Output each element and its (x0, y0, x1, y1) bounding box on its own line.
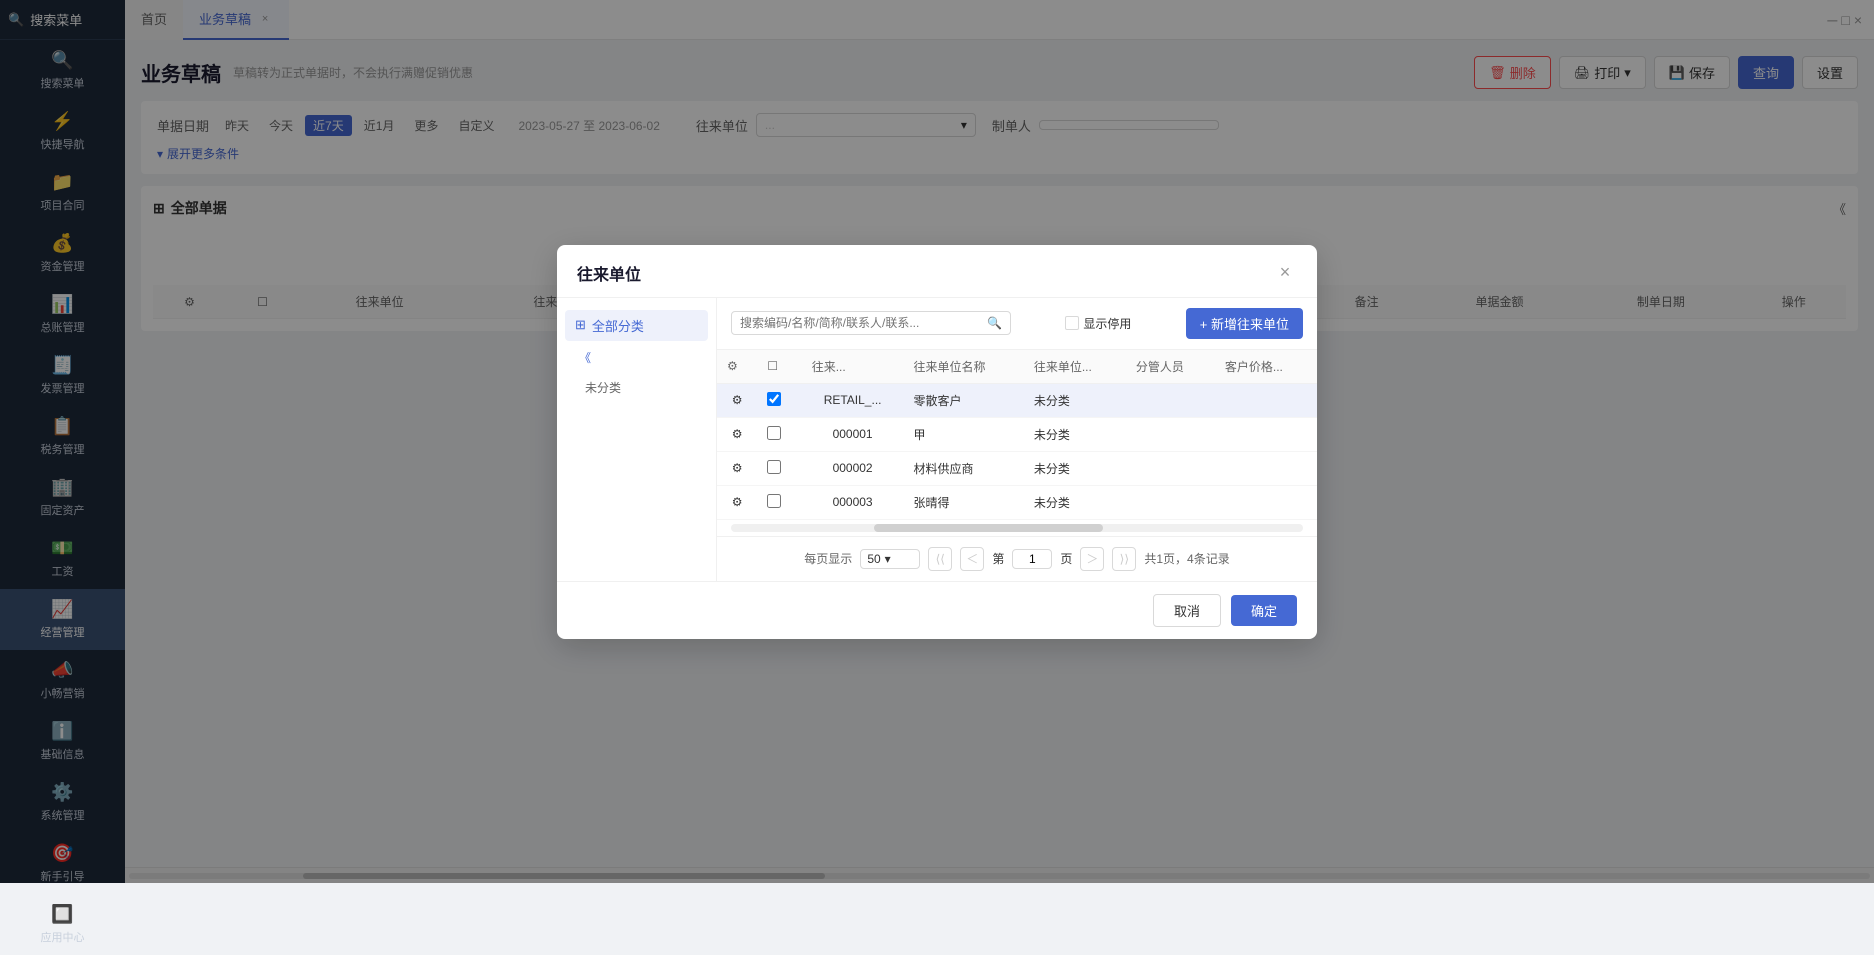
page-content: 业务草稿 草稿转为正式单据时，不会执行满赠促销优惠 🗑 删除 🖨 打印 ▾ 💾 (125, 40, 1874, 867)
col-cat-header: 往来单位... (1024, 350, 1126, 384)
row-name: 甲 (903, 417, 1023, 451)
page-word: 页 (1060, 550, 1072, 567)
dialog-main: 🔍 显示停用 + 新增往来单位 (717, 298, 1317, 581)
page-label: 第 (992, 550, 1004, 567)
search-icon: 🔍 (987, 316, 1002, 330)
row-manager (1126, 485, 1215, 519)
row-manager (1126, 383, 1215, 417)
row-manager (1126, 451, 1215, 485)
dialog-sidebar-all[interactable]: ⊞ 全部分类 (565, 310, 708, 341)
row-num: 000002 (802, 451, 904, 485)
page-prev-btn[interactable]: ＜ (960, 547, 984, 571)
row-num: 000001 (802, 417, 904, 451)
dialog-footer: 取消 确定 (557, 581, 1317, 639)
dialog-close-icon[interactable]: × (1273, 261, 1297, 285)
show-inactive-checkbox[interactable] (1065, 316, 1079, 330)
row-name: 零散客户 (903, 383, 1023, 417)
main-area: 首页 业务草稿 × ─ □ × 业务草稿 草稿转为正式单据时，不会执行满赠促销优… (125, 0, 1874, 883)
dialog-table: ⚙ ☐ 往来... 往来单位名称 往来单位... 分管人员 客户价格... (717, 350, 1317, 520)
grid-small-icon: ⊞ (575, 317, 586, 333)
page-last-btn[interactable]: ⟩⟩ (1112, 547, 1136, 571)
row-num: 000003 (802, 485, 904, 519)
scroll-thumb (874, 524, 1103, 532)
dialog-table-scroll[interactable]: ⚙ ☐ 往来... 往来单位名称 往来单位... 分管人员 客户价格... (717, 350, 1317, 536)
sidebar-label-apps: 应用中心 (41, 929, 85, 945)
dialog-body: ⊞ 全部分类 《 未分类 (557, 298, 1317, 581)
dialog-search-box[interactable]: 🔍 (731, 311, 1011, 335)
page-size-label: 每页显示 (804, 550, 852, 567)
row-price (1215, 485, 1317, 519)
col-gear-header: ⚙ (717, 350, 757, 384)
row-category: 未分类 (1024, 485, 1126, 519)
col-code-header: 往来... (802, 350, 904, 384)
scroll-track[interactable] (731, 524, 1303, 532)
add-partner-button[interactable]: + 新增往来单位 (1186, 308, 1303, 339)
dialog-title: 往来单位 (577, 261, 641, 285)
overlay: 往来单位 × ⊞ 全部分类 《 (125, 40, 1874, 867)
pagination: 每页显示 50 ▾ ⟨⟨ ＜ 第 页 ＞ (717, 536, 1317, 581)
table-row[interactable]: ⚙ 000001 甲 未分类 (717, 417, 1317, 451)
col-price-header: 客户价格... (1215, 350, 1317, 384)
show-inactive-toggle[interactable]: 显示停用 (1065, 315, 1131, 332)
page-input[interactable] (1012, 549, 1052, 569)
page-size-select[interactable]: 50 ▾ (860, 549, 920, 569)
page-first-btn[interactable]: ⟨⟨ (928, 547, 952, 571)
row-category: 未分类 (1024, 451, 1126, 485)
dialog-search-input[interactable] (740, 316, 981, 330)
col-name-header: 往来单位名称 (903, 350, 1023, 384)
table-row[interactable]: ⚙ 000003 张晴得 未分类 (717, 485, 1317, 519)
table-row[interactable]: ⚙ 000002 材料供应商 未分类 (717, 451, 1317, 485)
row-gear[interactable]: ⚙ (717, 485, 757, 519)
sidebar-icon-apps: 🔲 (51, 904, 73, 925)
row-checkbox[interactable] (757, 383, 801, 417)
cancel-button[interactable]: 取消 (1153, 594, 1221, 627)
row-price (1215, 383, 1317, 417)
dialog-header: 往来单位 × (557, 245, 1317, 298)
sidebar-item-apps[interactable]: 🔲 应用中心 (0, 894, 125, 955)
row-price (1215, 451, 1317, 485)
row-name: 张晴得 (903, 485, 1023, 519)
dialog-sidebar: ⊞ 全部分类 《 未分类 (557, 298, 717, 581)
dialog: 往来单位 × ⊞ 全部分类 《 (557, 245, 1317, 639)
col-mgr-header: 分管人员 (1126, 350, 1215, 384)
row-checkbox[interactable] (757, 451, 801, 485)
row-name: 材料供应商 (903, 451, 1023, 485)
confirm-button[interactable]: 确定 (1231, 595, 1297, 626)
row-gear[interactable]: ⚙ (717, 417, 757, 451)
col-check-header: ☐ (757, 350, 801, 384)
row-category: 未分类 (1024, 383, 1126, 417)
row-gear[interactable]: ⚙ (717, 451, 757, 485)
sidebar-toggle-icon[interactable]: 《 (571, 345, 599, 370)
page-size-dropdown-icon: ▾ (885, 552, 891, 566)
dialog-toolbar: 🔍 显示停用 + 新增往来单位 (717, 298, 1317, 350)
row-price (1215, 417, 1317, 451)
dialog-sidebar-unclassified[interactable]: 未分类 (565, 374, 708, 401)
table-row[interactable]: ⚙ RETAIL_... 零散客户 未分类 (717, 383, 1317, 417)
row-checkbox[interactable] (757, 417, 801, 451)
row-gear[interactable]: ⚙ (717, 383, 757, 417)
row-num: RETAIL_... (802, 383, 904, 417)
row-checkbox[interactable] (757, 485, 801, 519)
row-manager (1126, 417, 1215, 451)
row-category: 未分类 (1024, 417, 1126, 451)
page-total: 共1页，4条记录 (1144, 550, 1229, 567)
page-next-btn[interactable]: ＞ (1080, 547, 1104, 571)
